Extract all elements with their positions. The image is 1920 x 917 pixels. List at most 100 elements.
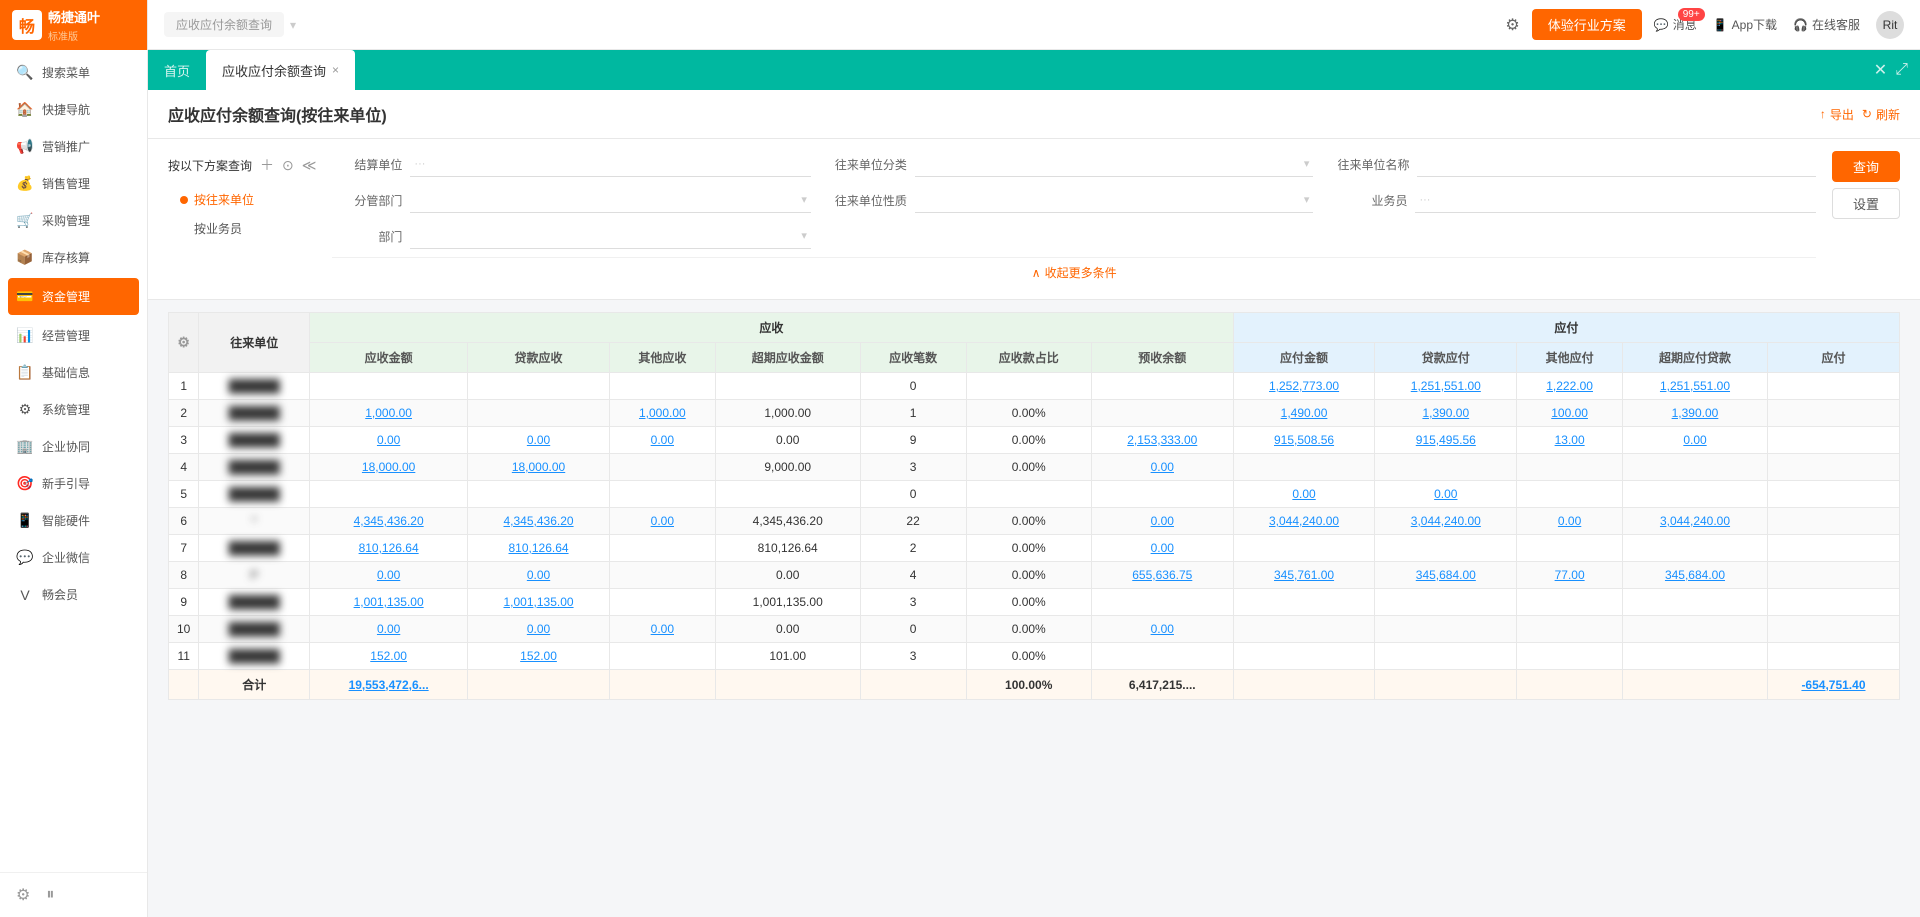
row-loan-pay[interactable]: 3,044,240.00 <box>1375 508 1517 535</box>
row-ys-amount[interactable]: 0.00 <box>310 427 468 454</box>
row-loan-pay[interactable]: 0.00 <box>1375 481 1517 508</box>
set-btn[interactable]: 设置 <box>1832 188 1900 219</box>
row-overdue-pay[interactable]: 1,251,551.00 <box>1623 373 1768 400</box>
query-btn[interactable]: 查询 <box>1832 151 1900 182</box>
row-overdue-pay[interactable]: 0.00 <box>1623 427 1768 454</box>
sidebar-item-search[interactable]: 🔍搜索菜单 <box>0 54 147 91</box>
edit-filter-icon[interactable]: ⊙ <box>282 157 294 174</box>
row-loan-recv[interactable]: 0.00 <box>468 616 610 643</box>
row-loan-recv[interactable]: 18,000.00 <box>468 454 610 481</box>
row-other-pay[interactable]: 0.00 <box>1517 508 1623 535</box>
close-window-btn[interactable]: ✕ <box>1874 60 1887 80</box>
sidebar-item-enterprise[interactable]: 🏢企业协同 <box>0 428 147 465</box>
sidebar-item-hardware[interactable]: 📱智能硬件 <box>0 502 147 539</box>
add-filter-icon[interactable]: ＋ <box>260 155 274 175</box>
footer-yingfu-total[interactable]: -654,751.40 <box>1767 670 1899 700</box>
sidebar-item-wechat[interactable]: 💬企业微信 <box>0 539 147 576</box>
sidebar-item-operation[interactable]: 📊经营管理 <box>0 317 147 354</box>
unit-name-input[interactable] <box>1417 151 1816 177</box>
sidebar-item-quicknav[interactable]: 🏠快捷导航 <box>0 91 147 128</box>
sidebar-item-basic[interactable]: 📋基础信息 <box>0 354 147 391</box>
industry-btn[interactable]: 体验行业方案 <box>1532 9 1642 40</box>
row-loan-recv[interactable]: 810,126.64 <box>468 535 610 562</box>
row-adv-bal[interactable]: 0.00 <box>1091 616 1233 643</box>
row-loan-recv[interactable]: 0.00 <box>468 562 610 589</box>
filter-nav-item-1[interactable]: 按业务员 <box>168 214 316 243</box>
collapse-filter-icon[interactable]: ≪ <box>302 157 317 174</box>
row-yf-amount[interactable]: 0.00 <box>1233 481 1375 508</box>
row-adv-bal[interactable]: 2,153,333.00 <box>1091 427 1233 454</box>
row-ys-amount[interactable]: 18,000.00 <box>310 454 468 481</box>
row-yf-amount[interactable]: 1,490.00 <box>1233 400 1375 427</box>
row-loan-recv[interactable]: 1,001,135.00 <box>468 589 610 616</box>
row-adv-bal[interactable]: 0.00 <box>1091 508 1233 535</box>
row-adv-bal[interactable]: 0.00 <box>1091 454 1233 481</box>
table-settings-icon[interactable]: ⚙ <box>177 334 190 350</box>
row-loan-recv[interactable]: 152.00 <box>468 643 610 670</box>
row-loan-pay[interactable]: 915,495.56 <box>1375 427 1517 454</box>
dept-input[interactable]: ▾ <box>410 223 811 249</box>
dept-manager-input[interactable]: ▾ <box>410 187 811 213</box>
row-other-pay[interactable]: 100.00 <box>1517 400 1623 427</box>
row-ys-amount[interactable]: 1,001,135.00 <box>310 589 468 616</box>
row-loan-recv[interactable]: 0.00 <box>468 427 610 454</box>
row-adv-bal[interactable]: 0.00 <box>1091 535 1233 562</box>
row-other-pay[interactable]: 13.00 <box>1517 427 1623 454</box>
row-loan-recv[interactable]: 4,345,436.20 <box>468 508 610 535</box>
row-overdue-pay[interactable]: 3,044,240.00 <box>1623 508 1768 535</box>
app-download-btn[interactable]: 📱 App下载 <box>1713 16 1777 33</box>
tab-home[interactable]: 首页 <box>148 50 206 90</box>
unit-category-input[interactable]: ▾ <box>915 151 1314 177</box>
row-other-recv[interactable]: 0.00 <box>609 616 715 643</box>
row-loan-pay[interactable]: 345,684.00 <box>1375 562 1517 589</box>
collapse-more-btn[interactable]: ∧ 收起更多条件 <box>332 257 1816 287</box>
sidebar-item-purchase[interactable]: 🛒采购管理 <box>0 202 147 239</box>
row-other-pay[interactable]: 1,222.00 <box>1517 373 1623 400</box>
message-btn[interactable]: 💬 消息 99+ <box>1654 16 1697 33</box>
collapse-icon[interactable]: ⏸ <box>46 886 54 904</box>
row-loan-pay[interactable]: 1,390.00 <box>1375 400 1517 427</box>
sidebar-item-sales[interactable]: 💰销售管理 <box>0 165 147 202</box>
row-overdue-pay[interactable]: 1,390.00 <box>1623 400 1768 427</box>
row-yf-amount[interactable]: 1,252,773.00 <box>1233 373 1375 400</box>
footer-yingshou-total[interactable]: 19,553,472,6... <box>310 670 468 700</box>
logo-icon: 畅 <box>12 10 42 40</box>
header-settings-icon[interactable]: ⚙ <box>1505 15 1519 35</box>
row-other-recv[interactable]: 0.00 <box>609 427 715 454</box>
sidebar-item-vip[interactable]: V畅会员 <box>0 576 147 613</box>
sidebar-item-inventory[interactable]: 📦库存核算 <box>0 239 147 276</box>
settlement-unit-input[interactable]: ··· <box>410 151 811 177</box>
row-ys-amount[interactable]: 0.00 <box>310 562 468 589</box>
tab-close-arbalance[interactable]: × <box>332 63 339 77</box>
row-other-recv[interactable]: 0.00 <box>609 508 715 535</box>
sidebar-item-system[interactable]: ⚙系统管理 <box>0 391 147 428</box>
row-other-recv <box>609 481 715 508</box>
export-btn[interactable]: ↑ 导出 <box>1820 106 1854 123</box>
row-yf-amount[interactable]: 915,508.56 <box>1233 427 1375 454</box>
row-ys-amount <box>310 373 468 400</box>
row-ys-amount[interactable]: 810,126.64 <box>310 535 468 562</box>
tab-arbalance[interactable]: 应收应付余额查询× <box>206 50 355 90</box>
row-yf-amount[interactable]: 3,044,240.00 <box>1233 508 1375 535</box>
row-other-recv[interactable]: 1,000.00 <box>609 400 715 427</box>
row-overdue-pay[interactable]: 345,684.00 <box>1623 562 1768 589</box>
row-other-pay[interactable]: 77.00 <box>1517 562 1623 589</box>
row-ys-amount[interactable]: 1,000.00 <box>310 400 468 427</box>
row-adv-bal[interactable]: 655,636.75 <box>1091 562 1233 589</box>
row-ys-amount[interactable]: 4,345,436.20 <box>310 508 468 535</box>
row-ys-amount[interactable]: 152.00 <box>310 643 468 670</box>
row-ys-amount[interactable]: 0.00 <box>310 616 468 643</box>
row-loan-pay[interactable]: 1,251,551.00 <box>1375 373 1517 400</box>
row-yf-amount[interactable]: 345,761.00 <box>1233 562 1375 589</box>
sidebar-item-guide[interactable]: 🎯新手引导 <box>0 465 147 502</box>
maximize-btn[interactable]: ⤢ <box>1895 61 1908 79</box>
settings-icon[interactable]: ⚙ <box>16 885 30 905</box>
online-service-btn[interactable]: 🎧 在线客服 <box>1793 16 1860 33</box>
sidebar-item-marketing[interactable]: 📢营销推广 <box>0 128 147 165</box>
salesman-input[interactable]: ··· <box>1415 187 1816 213</box>
sidebar-item-finance[interactable]: 💳资金管理 <box>8 278 139 315</box>
unit-nature-input[interactable]: ▾ <box>915 187 1314 213</box>
user-avatar[interactable]: Rit <box>1876 11 1904 39</box>
refresh-btn[interactable]: ↻ 刷新 <box>1862 106 1900 123</box>
filter-nav-item-0[interactable]: 按往来单位 <box>168 185 316 214</box>
